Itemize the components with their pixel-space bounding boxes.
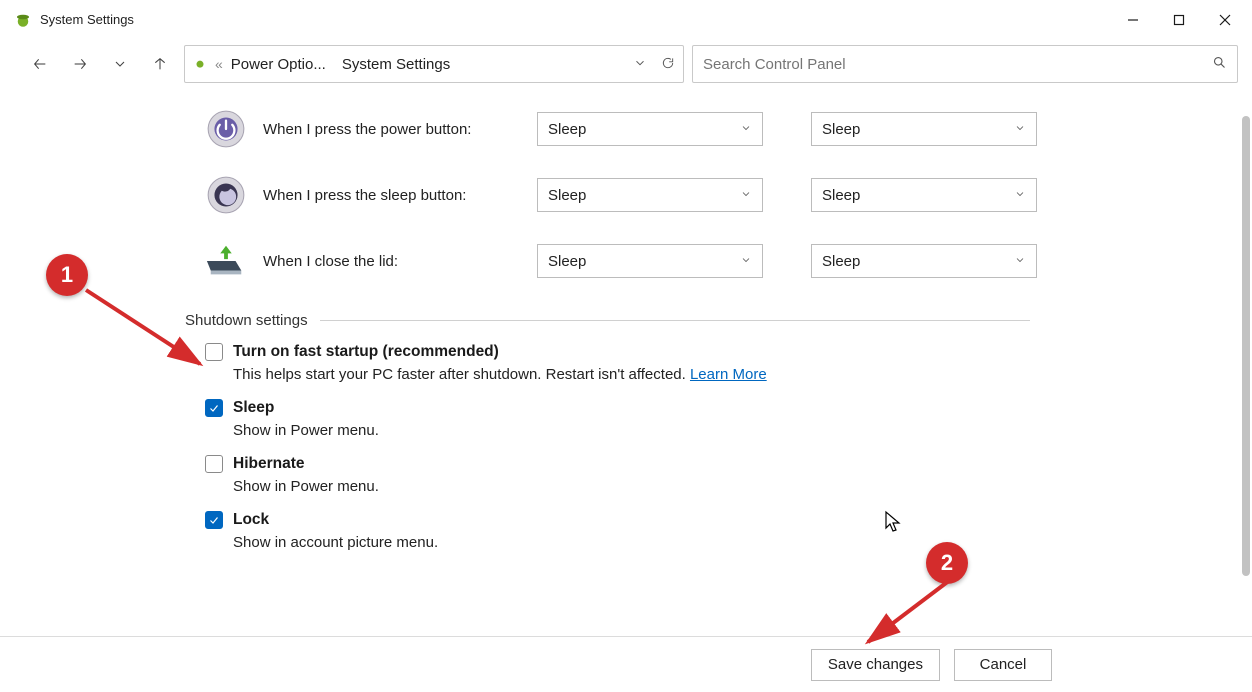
lid-battery-select[interactable]: Sleep	[537, 244, 763, 278]
learn-more-link[interactable]: Learn More	[690, 366, 767, 383]
cursor-icon	[884, 510, 902, 534]
checkbox-sleep[interactable]	[205, 399, 223, 417]
opt-lock: Lock Show in account picture menu.	[205, 511, 1252, 551]
checkbox-hibernate[interactable]	[205, 455, 223, 473]
opt-desc: This helps start your PC faster after sh…	[233, 366, 690, 383]
cancel-button[interactable]: Cancel	[954, 649, 1052, 681]
select-value: Sleep	[822, 253, 860, 270]
shutdown-settings-heading: Shutdown settings	[185, 312, 1252, 329]
select-value: Sleep	[822, 121, 860, 138]
opt-hibernate: Hibernate Show in Power menu.	[205, 455, 1252, 495]
refresh-button[interactable]	[661, 56, 675, 73]
address-bar[interactable]: « Power Optio... System Settings	[184, 45, 684, 83]
annotation-badge-2: 2	[926, 542, 968, 584]
select-value: Sleep	[548, 121, 586, 138]
checkbox-lock[interactable]	[205, 511, 223, 529]
opt-desc: Show in account picture menu.	[233, 534, 1252, 551]
forward-button[interactable]	[64, 48, 96, 80]
title-bar: System Settings	[0, 0, 1252, 40]
address-dropdown[interactable]	[633, 56, 647, 73]
close-button[interactable]	[1202, 0, 1248, 40]
content-area: When I press the power button: Sleep Sle…	[0, 96, 1252, 636]
opt-title: Hibernate	[233, 455, 305, 473]
opt-desc: Show in Power menu.	[233, 478, 1252, 495]
recent-dropdown[interactable]	[104, 48, 136, 80]
opt-sleep: Sleep Show in Power menu.	[205, 399, 1252, 439]
sleep-button-battery-select[interactable]: Sleep	[537, 178, 763, 212]
divider	[320, 320, 1030, 321]
opt-fast-startup: Turn on fast startup (recommended) This …	[205, 343, 1252, 383]
minimize-button[interactable]	[1110, 0, 1156, 40]
sleep-button-label: When I press the sleep button:	[263, 187, 521, 204]
search-input[interactable]	[703, 56, 1204, 73]
chevron-down-icon	[740, 121, 752, 138]
chevron-down-icon	[1014, 187, 1026, 204]
app-icon	[14, 11, 32, 29]
row-close-lid: When I close the lid: Sleep Sleep	[205, 228, 1252, 294]
select-value: Sleep	[548, 253, 586, 270]
row-power-button: When I press the power button: Sleep Sle…	[205, 96, 1252, 162]
power-button-label: When I press the power button:	[263, 121, 521, 138]
power-button-plugged-select[interactable]: Sleep	[811, 112, 1037, 146]
chevron-down-icon	[1014, 253, 1026, 270]
window-title: System Settings	[40, 12, 134, 27]
lid-icon	[205, 240, 247, 282]
opt-title: Lock	[233, 511, 269, 529]
lid-plugged-select[interactable]: Sleep	[811, 244, 1037, 278]
nav-row: « Power Optio... System Settings	[0, 40, 1252, 96]
breadcrumb-overflow[interactable]: «	[215, 56, 223, 72]
chevron-down-icon	[740, 187, 752, 204]
checkbox-fast-startup[interactable]	[205, 343, 223, 361]
lid-label: When I close the lid:	[263, 253, 521, 270]
sleep-button-icon	[205, 174, 247, 216]
opt-desc: Show in Power menu.	[233, 422, 1252, 439]
address-icon	[193, 56, 207, 73]
opt-title: Turn on fast startup (recommended)	[233, 343, 499, 361]
chevron-down-icon	[1014, 121, 1026, 138]
search-bar[interactable]	[692, 45, 1238, 83]
search-icon	[1212, 55, 1227, 73]
maximize-button[interactable]	[1156, 0, 1202, 40]
back-button[interactable]	[24, 48, 56, 80]
section-title: Shutdown settings	[185, 312, 308, 329]
footer: Save changes Cancel	[0, 636, 1252, 692]
power-button-battery-select[interactable]: Sleep	[537, 112, 763, 146]
up-button[interactable]	[144, 48, 176, 80]
select-value: Sleep	[822, 187, 860, 204]
select-value: Sleep	[548, 187, 586, 204]
save-changes-button[interactable]: Save changes	[811, 649, 940, 681]
vertical-scrollbar[interactable]	[1242, 116, 1250, 576]
breadcrumb-current[interactable]: System Settings	[342, 56, 450, 73]
power-button-icon	[205, 108, 247, 150]
breadcrumb-parent[interactable]: Power Optio...	[231, 56, 326, 73]
annotation-badge-1: 1	[46, 254, 88, 296]
chevron-down-icon	[740, 253, 752, 270]
opt-title: Sleep	[233, 399, 274, 417]
sleep-button-plugged-select[interactable]: Sleep	[811, 178, 1037, 212]
row-sleep-button: When I press the sleep button: Sleep Sle…	[205, 162, 1252, 228]
